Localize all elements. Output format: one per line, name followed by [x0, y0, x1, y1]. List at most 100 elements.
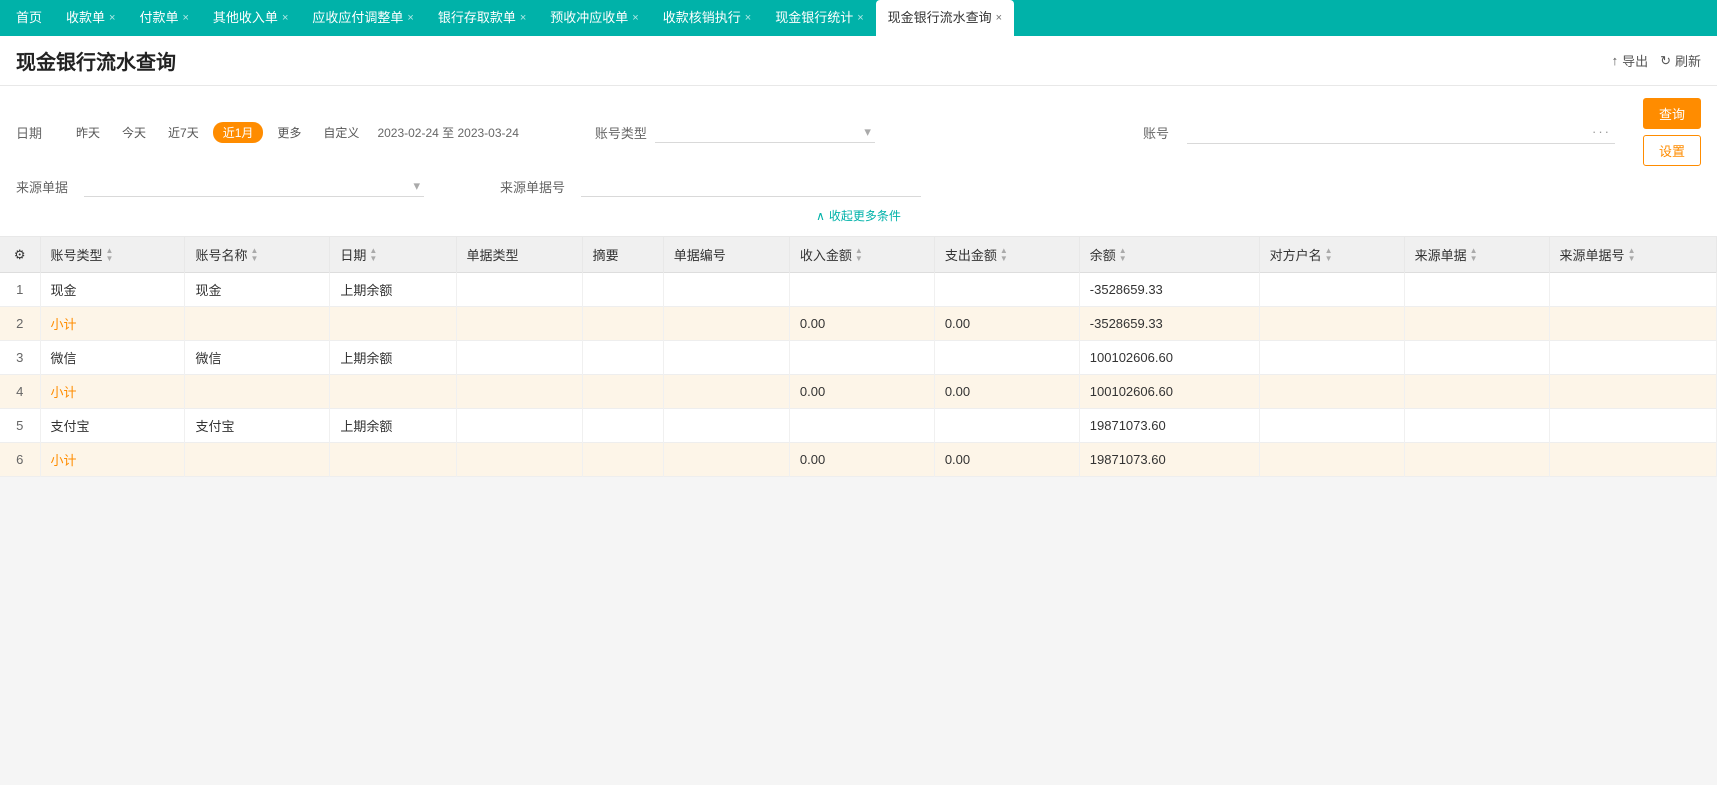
account-type-value	[659, 124, 860, 139]
th-expense[interactable]: 支出金额 ▲▼	[934, 237, 1079, 273]
export-icon: ↑	[1612, 53, 1619, 68]
cell-expense: 0.00	[934, 307, 1079, 341]
th-source-doc[interactable]: 来源单据 ▲▼	[1404, 237, 1549, 273]
query-button[interactable]: 查询	[1643, 98, 1701, 129]
th-counterpart[interactable]: 对方户名 ▲▼	[1259, 237, 1404, 273]
th-date[interactable]: 日期 ▲▼	[330, 237, 456, 273]
cell-account-type: 支付宝	[40, 409, 185, 443]
close-icon[interactable]: ×	[109, 0, 115, 36]
cell-date	[330, 375, 456, 409]
source-doc-label: 来源单据	[16, 177, 68, 196]
collapse-up-icon: ∧	[816, 209, 825, 223]
date-btn-custom[interactable]: 自定义	[315, 122, 367, 143]
date-btn-today[interactable]: 今天	[114, 122, 154, 143]
chevron-down-icon-source: ▾	[413, 178, 420, 194]
th-doc-type[interactable]: 单据类型	[456, 237, 582, 273]
collapse-bar[interactable]: ∧ 收起更多条件	[16, 207, 1701, 224]
close-icon[interactable]: ×	[632, 0, 638, 36]
nav-item-receipt[interactable]: 收款单 ×	[54, 0, 127, 36]
close-icon[interactable]: ×	[857, 0, 863, 36]
nav-item-other-income[interactable]: 其他收入单 ×	[201, 0, 300, 36]
nav-item-payment[interactable]: 付款单 ×	[127, 0, 200, 36]
cell-summary	[582, 409, 663, 443]
cell-expense	[934, 273, 1079, 307]
cell-income	[789, 341, 934, 375]
th-summary[interactable]: 摘要	[582, 237, 663, 273]
refresh-button[interactable]: ↻ 刷新	[1660, 51, 1701, 70]
cell-income: 0.00	[789, 375, 934, 409]
cell-balance: 100102606.60	[1079, 375, 1259, 409]
cell-source-doc-no	[1549, 409, 1716, 443]
cell-counterpart	[1259, 341, 1404, 375]
table-row: 2小计0.000.00-3528659.33	[0, 307, 1717, 341]
close-icon[interactable]: ×	[282, 0, 288, 36]
cell-account-type: 小计	[40, 375, 185, 409]
close-icon[interactable]: ×	[745, 0, 751, 36]
filter-row-date: 日期 昨天 今天 近7天 近1月 更多 自定义 2023-02-24 至 202…	[16, 98, 1701, 166]
th-account-type[interactable]: 账号类型 ▲▼	[40, 237, 185, 273]
nav-item-collection-exec[interactable]: 收款核销执行 ×	[651, 0, 763, 36]
date-btn-1month[interactable]: 近1月	[213, 122, 264, 143]
cell-expense	[934, 409, 1079, 443]
nav-item-prepayment[interactable]: 预收冲应收单 ×	[538, 0, 650, 36]
close-icon[interactable]: ×	[182, 0, 188, 36]
cell-source-doc	[1404, 443, 1549, 477]
filter-row-source: 来源单据 ▾ 来源单据号	[16, 176, 1701, 197]
th-account-name[interactable]: 账号名称 ▲▼	[185, 237, 330, 273]
export-button[interactable]: ↑ 导出	[1612, 51, 1649, 70]
table-header-row: ⚙ 账号类型 ▲▼ 账号名称 ▲▼ 日期	[0, 237, 1717, 273]
cell-counterpart	[1259, 273, 1404, 307]
date-btn-7days[interactable]: 近7天	[160, 122, 207, 143]
source-doc-no-label: 来源单据号	[500, 177, 565, 196]
nav-item-bank-deposit[interactable]: 银行存取款单 ×	[426, 0, 538, 36]
date-btn-more[interactable]: 更多	[269, 122, 309, 143]
account-input[interactable]	[1191, 122, 1586, 141]
cell-summary	[582, 341, 663, 375]
nav-item-bank-flow[interactable]: 现金银行流水查询 ×	[876, 0, 1014, 36]
table-row: 3微信微信上期余额100102606.60	[0, 341, 1717, 375]
cell-doc-no	[663, 443, 789, 477]
th-doc-no[interactable]: 单据编号	[663, 237, 789, 273]
th-source-doc-no[interactable]: 来源单据号 ▲▼	[1549, 237, 1716, 273]
close-icon[interactable]: ×	[520, 0, 526, 36]
cell-balance: -3528659.33	[1079, 307, 1259, 341]
cell-source-doc	[1404, 273, 1549, 307]
cell-source-doc-no	[1549, 375, 1716, 409]
date-btn-yesterday[interactable]: 昨天	[68, 122, 108, 143]
ellipsis-icon[interactable]: ···	[1592, 124, 1611, 139]
cell-source-doc	[1404, 307, 1549, 341]
date-filter-label: 日期	[16, 123, 52, 142]
nav-item-adjustment[interactable]: 应收应付调整单 ×	[300, 0, 425, 36]
account-type-select[interactable]: ▾	[655, 122, 875, 143]
cell-doc-type	[456, 307, 582, 341]
cell-date: 上期余额	[330, 341, 456, 375]
cell-doc-type	[456, 273, 582, 307]
cell-account-name: 微信	[185, 341, 330, 375]
cell-source-doc-no	[1549, 443, 1716, 477]
cell-balance: 19871073.60	[1079, 409, 1259, 443]
nav-item-home[interactable]: 首页	[4, 0, 54, 36]
cell-doc-no	[663, 341, 789, 375]
cell-source-doc	[1404, 375, 1549, 409]
filter-area: 日期 昨天 今天 近7天 近1月 更多 自定义 2023-02-24 至 202…	[0, 86, 1717, 237]
settings-button[interactable]: 设置	[1643, 135, 1701, 166]
data-table-container: ⚙ 账号类型 ▲▼ 账号名称 ▲▼ 日期	[0, 237, 1717, 477]
header-actions: ↑ 导出 ↻ 刷新	[1612, 51, 1701, 70]
nav-item-bank-stats[interactable]: 现金银行统计 ×	[763, 0, 875, 36]
cell-summary	[582, 273, 663, 307]
source-doc-select[interactable]: ▾	[84, 176, 424, 197]
source-doc-no-input[interactable]	[581, 177, 921, 197]
gear-icon: ⚙	[14, 247, 26, 262]
th-balance[interactable]: 余额 ▲▼	[1079, 237, 1259, 273]
page-title: 现金银行流水查询	[16, 46, 176, 75]
th-income[interactable]: 收入金额 ▲▼	[789, 237, 934, 273]
cell-account-type: 微信	[40, 341, 185, 375]
close-icon[interactable]: ×	[407, 0, 413, 36]
cell-source-doc	[1404, 341, 1549, 375]
cell-source-doc	[1404, 409, 1549, 443]
th-gear[interactable]: ⚙	[0, 237, 40, 273]
cell-date: 上期余额	[330, 409, 456, 443]
close-icon[interactable]: ×	[996, 0, 1002, 36]
page-header: 现金银行流水查询 ↑ 导出 ↻ 刷新	[0, 36, 1717, 86]
cell-balance: 19871073.60	[1079, 443, 1259, 477]
